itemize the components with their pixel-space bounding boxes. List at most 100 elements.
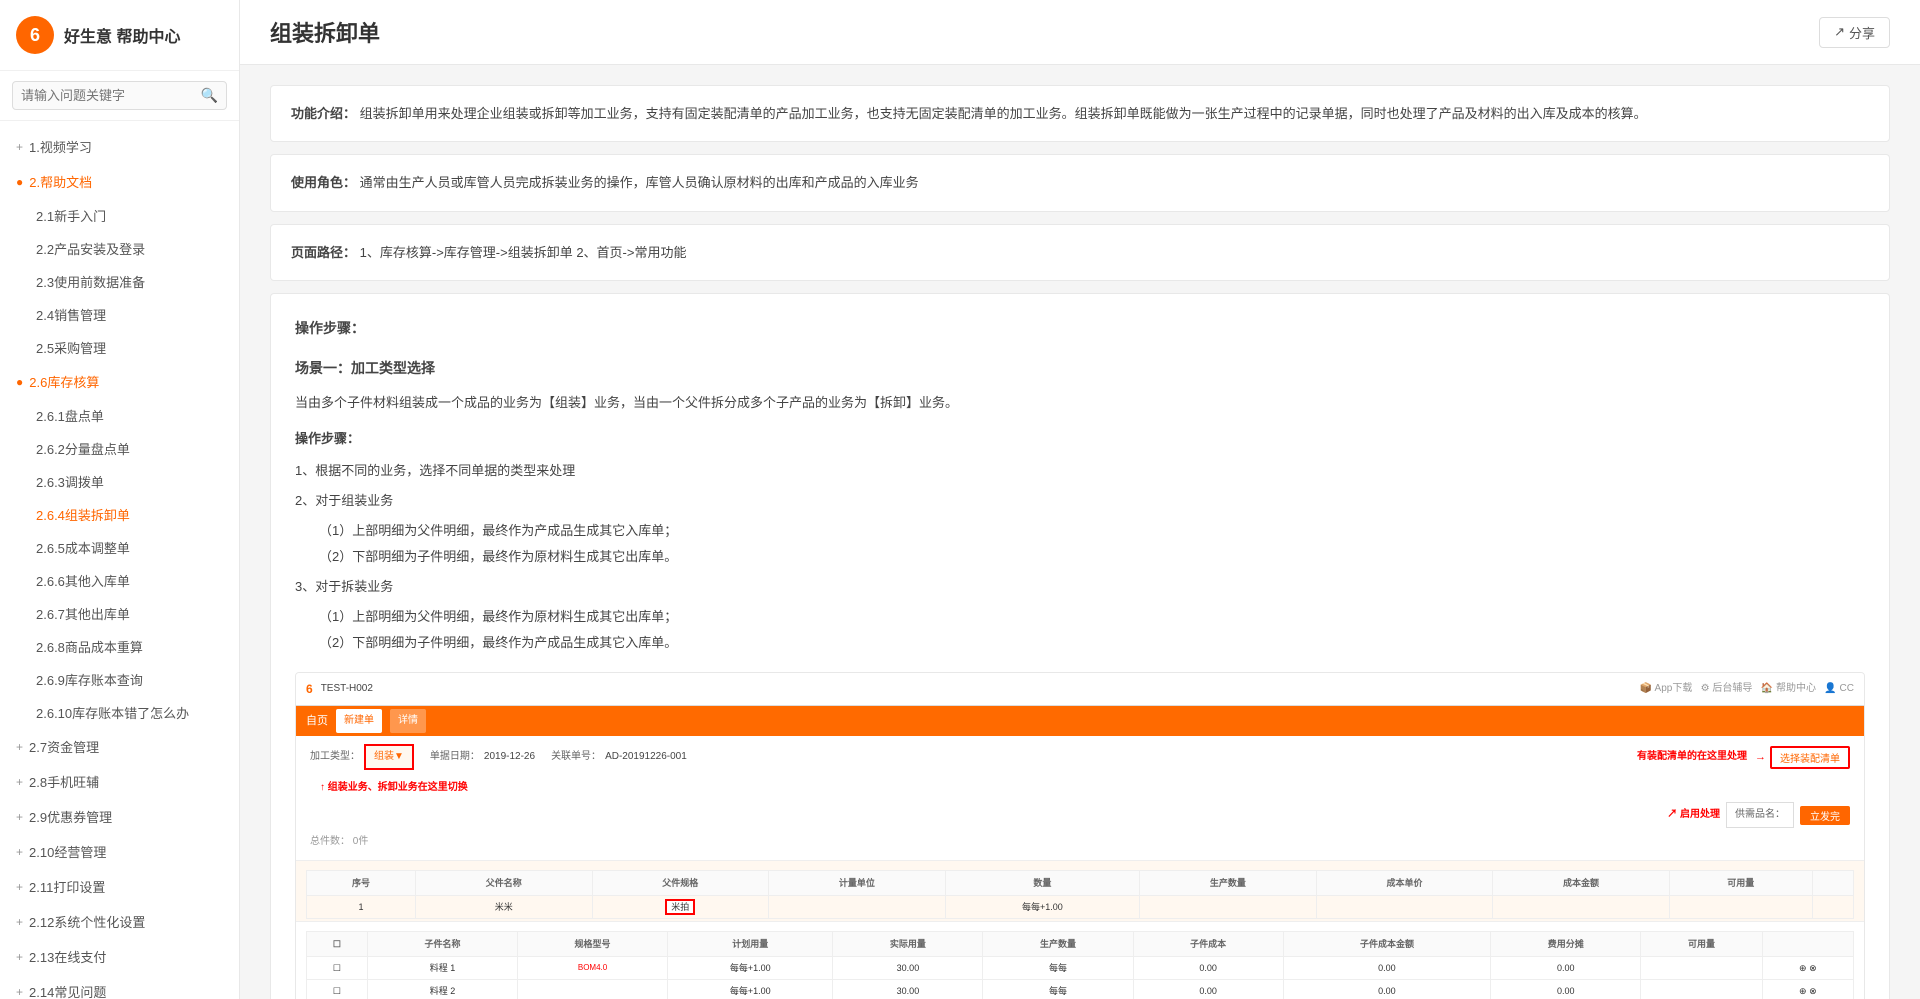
lower-td-spec-2 bbox=[518, 980, 668, 999]
lower-td-action-2: ⊕ ⊗ bbox=[1762, 980, 1853, 999]
mock-tab-detail[interactable]: 详情 bbox=[390, 709, 426, 733]
sidebar-item-2-9[interactable]: + 2.9优惠券管理 bbox=[0, 799, 239, 834]
lower-td-actual-1: 30.00 bbox=[833, 957, 983, 980]
mock-upper-th-6: 生产数量 bbox=[1140, 871, 1317, 896]
step2: 2、对于组装业务 bbox=[295, 488, 1865, 514]
sidebar-item-2-6-3[interactable]: 2.6.3调拨单 bbox=[0, 465, 239, 498]
main-header: 组装拆卸单 ↗ 分享 bbox=[240, 0, 1920, 65]
sidebar-item-2-8[interactable]: + 2.8手机旺辅 bbox=[0, 764, 239, 799]
sidebar-item-2-2[interactable]: 2.2产品安装及登录 bbox=[0, 232, 239, 265]
role-block: 使用角色： 通常由生产人员或库管人员完成拆装业务的操作，库管人员确认原材料的出库… bbox=[270, 154, 1890, 211]
scene1-desc: 当由多个子件材料组装成一个成品的业务为【组装】业务，当由一个父件拆分成多个子产品… bbox=[295, 390, 1865, 416]
mock-upper-td-action bbox=[1812, 896, 1853, 919]
mock-lower-th-2: 规格型号 bbox=[518, 932, 668, 957]
share-button[interactable]: ↗ 分享 bbox=[1819, 17, 1890, 48]
sidebar-item-2-11[interactable]: + 2.11打印设置 bbox=[0, 869, 239, 904]
sidebar-item-label-2-11: 2.11打印设置 bbox=[29, 877, 105, 896]
sidebar-item-2-7[interactable]: + 2.7资金管理 bbox=[0, 729, 239, 764]
role-label: 使用角色： bbox=[291, 175, 356, 190]
mock-process-btn[interactable]: 选择装配清单 bbox=[1770, 746, 1850, 769]
mock-nav-bar: 自页 新建单 详情 bbox=[296, 706, 1864, 736]
lower-td-name-2: 料程 2 bbox=[367, 980, 517, 999]
sidebar-item-2-13[interactable]: + 2.13在线支付 bbox=[0, 939, 239, 974]
sidebar-item-2-3[interactable]: 2.3使用前数据准备 bbox=[0, 265, 239, 298]
mock-upper-td-spec: 米拍 bbox=[592, 896, 769, 919]
lower-td-check-2: ☐ bbox=[307, 980, 368, 999]
lower-td-amount-1: 0.00 bbox=[1283, 957, 1491, 980]
lower-td-avail-1 bbox=[1641, 957, 1762, 980]
expand-icon-2-13: + bbox=[16, 950, 23, 964]
mock-lower-th-3: 计划用量 bbox=[668, 932, 833, 957]
sidebar-item-2-6-2[interactable]: 2.6.2分量盘点单 bbox=[0, 432, 239, 465]
sidebar: 6 好生意 帮助中心 🔍 + 1.视频学习 ● 2.帮助文档 2.1新手入门 2… bbox=[0, 0, 240, 999]
mock-tab-new[interactable]: 新建单 bbox=[336, 709, 382, 733]
sidebar-item-2-6-7[interactable]: 2.6.7其他出库单 bbox=[0, 597, 239, 630]
lower-td-produce-2: 每每 bbox=[983, 980, 1133, 999]
mock-nav-home[interactable]: 自页 bbox=[306, 710, 328, 732]
lower-td-alloc-1: 0.00 bbox=[1491, 957, 1641, 980]
sidebar-item-2-6-5[interactable]: 2.6.5成本调整单 bbox=[0, 531, 239, 564]
sidebar-item-2-6-10[interactable]: 2.6.10库存账本错了怎么办 bbox=[0, 696, 239, 729]
mock-app: 6 TEST-H002 📦 App下载 ⚙ 后台辅导 🏠 帮助中心 👤 CC 自… bbox=[296, 673, 1864, 999]
mock-type-label: 加工类型： bbox=[310, 747, 360, 767]
lower-td-action-1: ⊕ ⊗ bbox=[1762, 957, 1853, 980]
mock-lower-th-10 bbox=[1762, 932, 1853, 957]
sidebar-item-2-6-6[interactable]: 2.6.6其他入库单 bbox=[0, 564, 239, 597]
mock-upper-th-9: 可用量 bbox=[1669, 871, 1812, 896]
mock-upper-td-qty: 每每+1.00 bbox=[945, 896, 1139, 919]
mock-assoc-label: 关联单号： bbox=[551, 747, 601, 767]
mock-lower-table: ☐ 子件名称 规格型号 计划用量 实际用量 生产数量 子件成本 子件成本金额 费… bbox=[306, 931, 1854, 999]
path-label: 页面路径： bbox=[291, 245, 356, 260]
mock-lower-th-1: 子件名称 bbox=[367, 932, 517, 957]
sidebar-item-2-5[interactable]: 2.5采购管理 bbox=[0, 331, 239, 364]
sidebar-item-2-6-8[interactable]: 2.6.8商品成本重算 bbox=[0, 630, 239, 663]
expand-icon-video: + bbox=[16, 140, 23, 154]
expand-icon-2-8: + bbox=[16, 775, 23, 789]
sidebar-item-2-10[interactable]: + 2.10经营管理 bbox=[0, 834, 239, 869]
sidebar-item-2-4[interactable]: 2.4销售管理 bbox=[0, 298, 239, 331]
share-label: 分享 bbox=[1849, 23, 1875, 42]
mock-topbar-icons: 📦 App下载 ⚙ 后台辅导 🏠 帮助中心 👤 CC bbox=[1640, 679, 1854, 699]
sidebar-item-2-12[interactable]: + 2.12系统个性化设置 bbox=[0, 904, 239, 939]
sidebar-item-label-2-13: 2.13在线支付 bbox=[29, 947, 106, 966]
func-intro-label: 功能介绍： bbox=[291, 106, 356, 121]
search-input[interactable] bbox=[21, 88, 201, 103]
mock-assoc-value: AD-20191226-001 bbox=[605, 747, 687, 767]
func-intro-text: 组装拆卸单用来处理企业组装或拆卸等加工业务，支持有固定装配清单的产品加工业务，也… bbox=[360, 106, 1647, 121]
mock-ok-btn[interactable]: 立发完 bbox=[1800, 806, 1850, 825]
mock-form: 加工类型： 组装▼ 单据日期： 2019-12-26 关联单号： AD-2019… bbox=[296, 736, 1864, 861]
mock-upper-td-amount bbox=[1493, 896, 1670, 919]
mock-upper-td-produce bbox=[1140, 896, 1317, 919]
lower-td-spec-1: BOM4.0 bbox=[518, 957, 668, 980]
mock-date-value: 2019-12-26 bbox=[484, 747, 535, 767]
sidebar-item-label-2-9: 2.9优惠券管理 bbox=[29, 807, 112, 826]
sidebar-item-2-1[interactable]: 2.1新手入门 bbox=[0, 199, 239, 232]
step1: 1、根据不同的业务，选择不同单据的类型来处理 bbox=[295, 458, 1865, 484]
search-area: 🔍 bbox=[0, 71, 239, 121]
sidebar-item-label-2-10: 2.10经营管理 bbox=[29, 842, 106, 861]
search-icon[interactable]: 🔍 bbox=[201, 87, 218, 104]
sidebar-item-docs[interactable]: ● 2.帮助文档 bbox=[0, 164, 239, 199]
sidebar-item-2-6[interactable]: ● 2.6库存核算 bbox=[0, 364, 239, 399]
mock-enable-field: 供需品名： bbox=[1726, 802, 1794, 828]
mock-lower-th-8: 费用分摊 bbox=[1491, 932, 1641, 957]
sidebar-item-2-6-4[interactable]: 2.6.4组装拆卸单 bbox=[0, 498, 239, 531]
annotation-text-3: ↗ 启用处理 bbox=[1667, 805, 1720, 825]
sidebar-item-video[interactable]: + 1.视频学习 bbox=[0, 129, 239, 164]
ops-title: 操作步骤： bbox=[295, 314, 1865, 342]
logo-area: 6 好生意 帮助中心 bbox=[0, 0, 239, 71]
mock-lower-th-6: 子件成本 bbox=[1133, 932, 1283, 957]
sidebar-item-label-2-6: 2.6库存核算 bbox=[29, 372, 99, 391]
mock-assoc-field: 关联单号： AD-20191226-001 bbox=[551, 747, 687, 767]
nav-list: + 1.视频学习 ● 2.帮助文档 2.1新手入门 2.2产品安装及登录 2.3… bbox=[0, 121, 239, 999]
search-box[interactable]: 🔍 bbox=[12, 81, 227, 110]
mock-date-label: 单据日期： bbox=[430, 747, 480, 767]
mock-lower-th-check: ☐ bbox=[307, 932, 368, 957]
mock-logo: 6 bbox=[306, 677, 313, 701]
sidebar-item-2-6-1[interactable]: 2.6.1盘点单 bbox=[0, 399, 239, 432]
mock-upper-td-name: 米米 bbox=[415, 896, 592, 919]
sidebar-item-label-docs: 2.帮助文档 bbox=[29, 172, 92, 191]
sidebar-item-2-14[interactable]: + 2.14常见问题 bbox=[0, 974, 239, 999]
sidebar-item-2-6-9[interactable]: 2.6.9库存账本查询 bbox=[0, 663, 239, 696]
mock-type-value[interactable]: 组装▼ bbox=[364, 744, 414, 770]
